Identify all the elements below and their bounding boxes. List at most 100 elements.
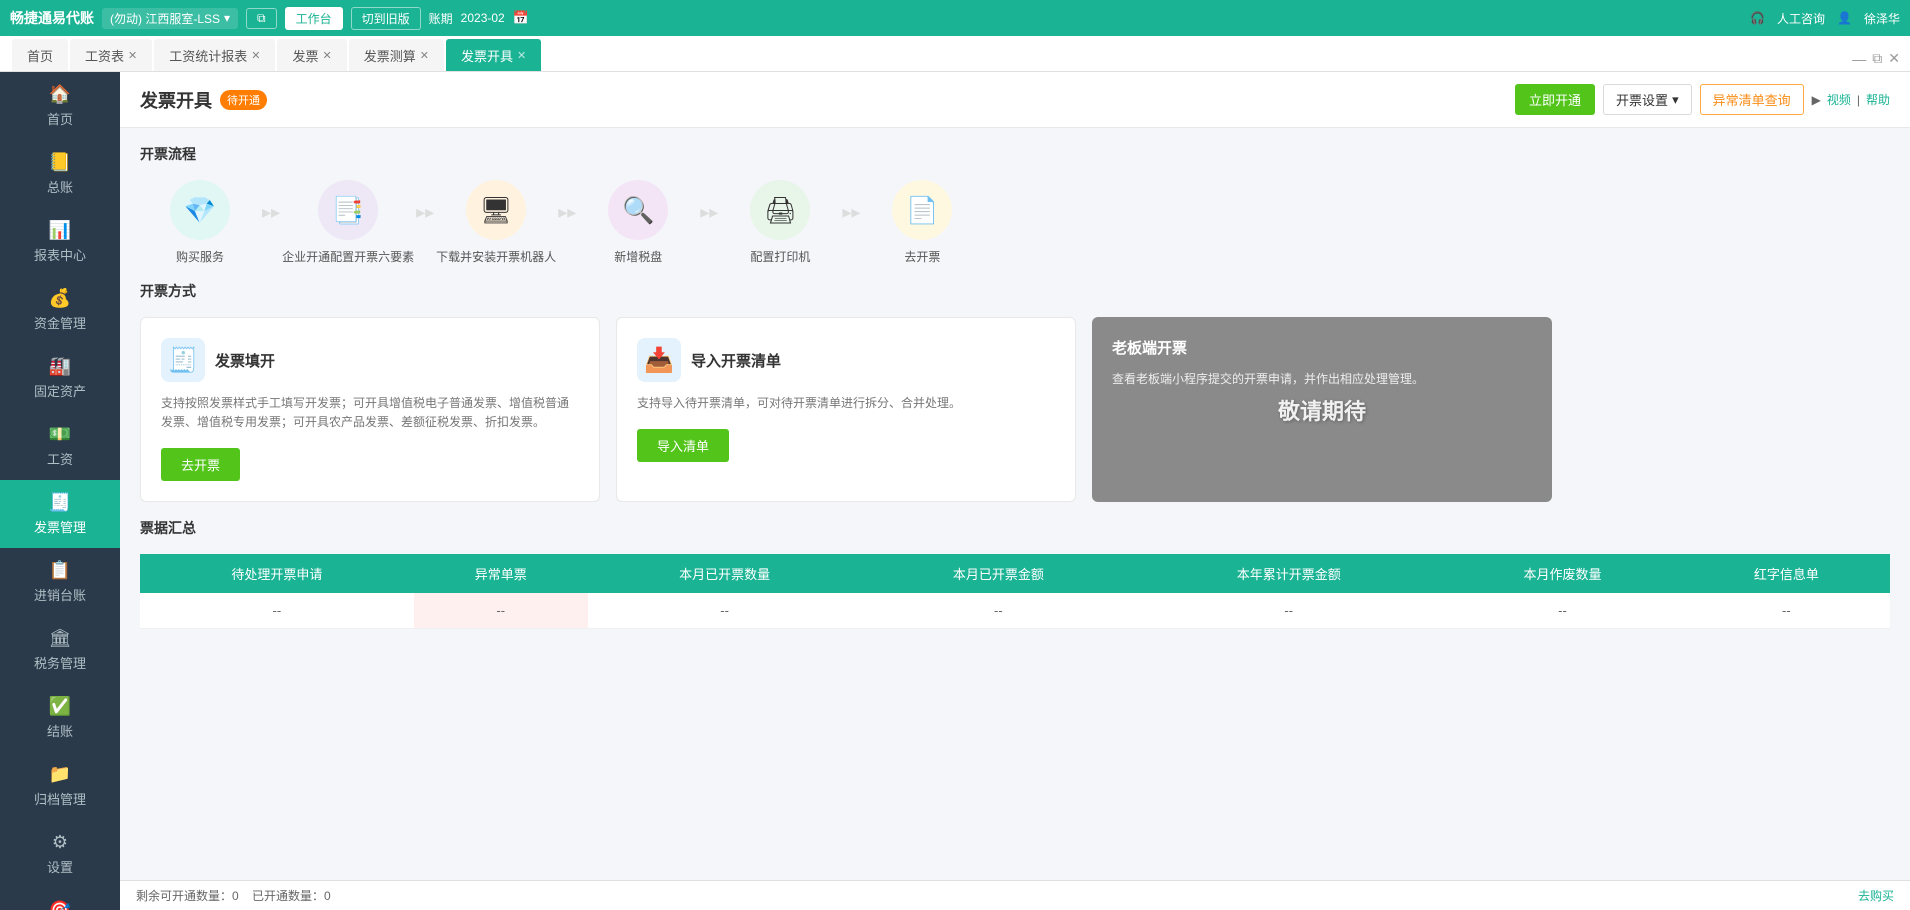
fill-card-desc: 支持按照发票样式手工填写开发票；可开具增值税电子普通发票、增值税普通发票、增值税…	[161, 394, 579, 432]
support-label[interactable]: 人工咨询	[1777, 10, 1825, 27]
tab-salary[interactable]: 工资表 ✕	[70, 39, 152, 71]
company-selector[interactable]: (勿动) 江西服室-LSS ▾	[102, 8, 238, 29]
tab-home-label: 首页	[27, 46, 53, 65]
method-card-old: 老板端开票 查看老板端小程序提交的开票申请，并作出相应处理管理。 敬请期待	[1092, 317, 1552, 502]
fill-card-icon-bg: 🧾	[161, 338, 205, 382]
archive-icon: 📁	[49, 764, 71, 785]
sidebar-item-assets[interactable]: 🏭 固定资产	[0, 344, 120, 412]
sidebar-item-assets-label: 固定资产	[34, 381, 86, 400]
col-pending: 待处理开票申请	[140, 554, 414, 593]
sidebar-item-home[interactable]: 🏠 首页	[0, 72, 120, 140]
sidebar-item-purchase[interactable]: 📋 进销台账	[0, 548, 120, 616]
fill-card-title: 发票填开	[215, 350, 275, 371]
invoice-icon: 🧾	[49, 492, 71, 513]
sidebar-item-guide[interactable]: 🎯 新手引导	[0, 888, 120, 910]
col-month-count: 本月已开票数量	[588, 554, 862, 593]
tab-salary-report[interactable]: 工资统计报表 ✕	[154, 39, 275, 71]
sidebar-item-reports-label: 报表中心	[34, 245, 86, 264]
step-arrow-3: ▸▸	[558, 202, 576, 243]
cell-year-amount: --	[1135, 593, 1442, 629]
switch-version-button[interactable]: 切到旧版	[351, 7, 421, 30]
import-list-button[interactable]: 导入清单	[637, 429, 729, 462]
tab-invoice-calc-close[interactable]: ✕	[420, 49, 429, 62]
summary-section: 票据汇总 待处理开票申请 异常单票 本月已开票数量 本月已开票金额 本年累计开票…	[120, 518, 1910, 645]
step-printer-label: 配置打印机	[750, 248, 810, 265]
tab-invoice-close[interactable]: ✕	[323, 49, 332, 62]
tab-invoice[interactable]: 发票 ✕	[277, 39, 346, 71]
tab-invoice-calc[interactable]: 发票测算 ✕	[349, 39, 444, 71]
purchase-icon: 📋	[49, 560, 71, 581]
abnormal-list-button[interactable]: 异常清单查询	[1700, 84, 1804, 115]
buy-link[interactable]: 去购买	[1858, 887, 1894, 904]
step-download[interactable]: 🖥 下载并安装开票机器人	[436, 180, 556, 265]
ledger-icon: 📒	[49, 152, 71, 173]
sidebar-item-purchase-label: 进销台账	[34, 585, 86, 604]
method-section-title: 开票方式	[140, 281, 1890, 301]
sidebar-item-funds[interactable]: 💰 资金管理	[0, 276, 120, 344]
close-window-button[interactable]: ✕	[1888, 50, 1900, 67]
top-bar-left: 畅捷通易代账 (勿动) 江西服室-LSS ▾ ⧉ 工作台 切到旧版 账期 202…	[10, 7, 529, 30]
avatar-icon: 👤	[1837, 11, 1852, 25]
step-configure[interactable]: 📑 企业开通配置开票六要素	[282, 180, 414, 265]
settings-icon: ⚙	[52, 832, 68, 853]
summary-section-title: 票据汇总	[140, 518, 1890, 538]
support-icon: 🎧	[1750, 11, 1765, 25]
step-configure-icon-circle: 📑	[318, 180, 378, 240]
restore-button[interactable]: ⧉	[1872, 50, 1882, 67]
sidebar-item-reports[interactable]: 📊 报表中心	[0, 208, 120, 276]
summary-table: 待处理开票申请 异常单票 本月已开票数量 本月已开票金额 本年累计开票金额 本月…	[140, 554, 1890, 629]
col-void-count: 本月作废数量	[1442, 554, 1682, 593]
sidebar-item-tax[interactable]: 🏛 税务管理	[0, 616, 120, 684]
tab-salary-report-close[interactable]: ✕	[251, 49, 260, 62]
sidebar-item-salary[interactable]: 💵 工资	[0, 412, 120, 480]
process-section-title: 开票流程	[140, 144, 1890, 164]
step-issue[interactable]: 📄 去开票	[862, 180, 982, 265]
step-download-icon-circle: 🖥	[466, 180, 526, 240]
tab-salary-close[interactable]: ✕	[128, 49, 137, 62]
funds-icon: 💰	[49, 288, 71, 309]
configure-icon: 📑	[332, 195, 364, 226]
cell-void-count: --	[1442, 593, 1682, 629]
sidebar-item-ledger[interactable]: 📒 总账	[0, 140, 120, 208]
sidebar-item-invoice-label: 发票管理	[34, 517, 86, 536]
taxdisk-icon: 🔍	[622, 195, 654, 226]
minimize-button[interactable]: —	[1852, 51, 1866, 67]
tab-home[interactable]: 首页	[12, 39, 68, 71]
method-card-fill: 🧾 发票填开 支持按照发票样式手工填写开发票；可开具增值税电子普通发票、增值税普…	[140, 317, 600, 502]
go-issue-button[interactable]: 去开票	[161, 448, 240, 481]
tax-icon: 🏛	[49, 628, 72, 649]
method-card-import: 📥 导入开票清单 支持导入待开票清单，可对待开票清单进行拆分、合并处理。 导入清…	[616, 317, 1076, 502]
step-taxdisk[interactable]: 🔍 新增税盘	[578, 180, 698, 265]
step-printer[interactable]: 🖨 配置打印机	[720, 180, 840, 265]
sidebar-item-salary-label: 工资	[47, 449, 73, 468]
process-section: 开票流程 💎 购买服务 ▸▸ 📑 企业开通配置开票六要素 ▸▸	[120, 128, 1910, 281]
assets-icon: 🏭	[49, 356, 71, 377]
user-name[interactable]: 徐泽华	[1864, 10, 1900, 27]
step-buy-service-label: 购买服务	[176, 248, 224, 265]
video-icon: ▶	[1812, 93, 1821, 107]
video-help-label[interactable]: 视频	[1827, 91, 1851, 108]
tab-invoice-issue-close[interactable]: ✕	[517, 49, 526, 62]
company-name: (勿动) 江西服室-LSS	[110, 10, 220, 27]
chevron-down-icon: ▾	[1672, 92, 1679, 108]
calendar-icon[interactable]: 📅	[513, 10, 529, 26]
copy-button[interactable]: ⧉	[246, 8, 277, 29]
page-actions: 立即开通 开票设置 ▾ 异常清单查询 ▶ 视频 | 帮助	[1515, 84, 1890, 115]
help-label[interactable]: 帮助	[1866, 91, 1890, 108]
immediate-open-button[interactable]: 立即开通	[1515, 84, 1595, 115]
col-year-amount: 本年累计开票金额	[1135, 554, 1442, 593]
step-taxdisk-label: 新增税盘	[614, 248, 662, 265]
ticket-settings-button[interactable]: 开票设置 ▾	[1603, 84, 1692, 115]
workspace-button[interactable]: 工作台	[285, 7, 343, 30]
tab-invoice-issue[interactable]: 发票开具 ✕	[446, 39, 541, 71]
sidebar-item-archive[interactable]: 📁 归档管理	[0, 752, 120, 820]
method-section: 开票方式 🧾 发票填开 支持按照发票样式手工填写开发票；可开具增值税电子普通发票…	[120, 281, 1910, 518]
footer-info: 剩余可开通数量：0 已开通数量：0	[136, 887, 331, 904]
step-configure-label: 企业开通配置开票六要素	[282, 248, 414, 265]
step-arrow-1: ▸▸	[262, 202, 280, 243]
sidebar-item-invoice[interactable]: 🧾 发票管理	[0, 480, 120, 548]
step-buy-service[interactable]: 💎 购买服务	[140, 180, 260, 265]
reports-icon: 📊	[49, 220, 71, 241]
sidebar-item-settle[interactable]: ✅ 结账	[0, 684, 120, 752]
sidebar-item-settings[interactable]: ⚙ 设置	[0, 820, 120, 888]
